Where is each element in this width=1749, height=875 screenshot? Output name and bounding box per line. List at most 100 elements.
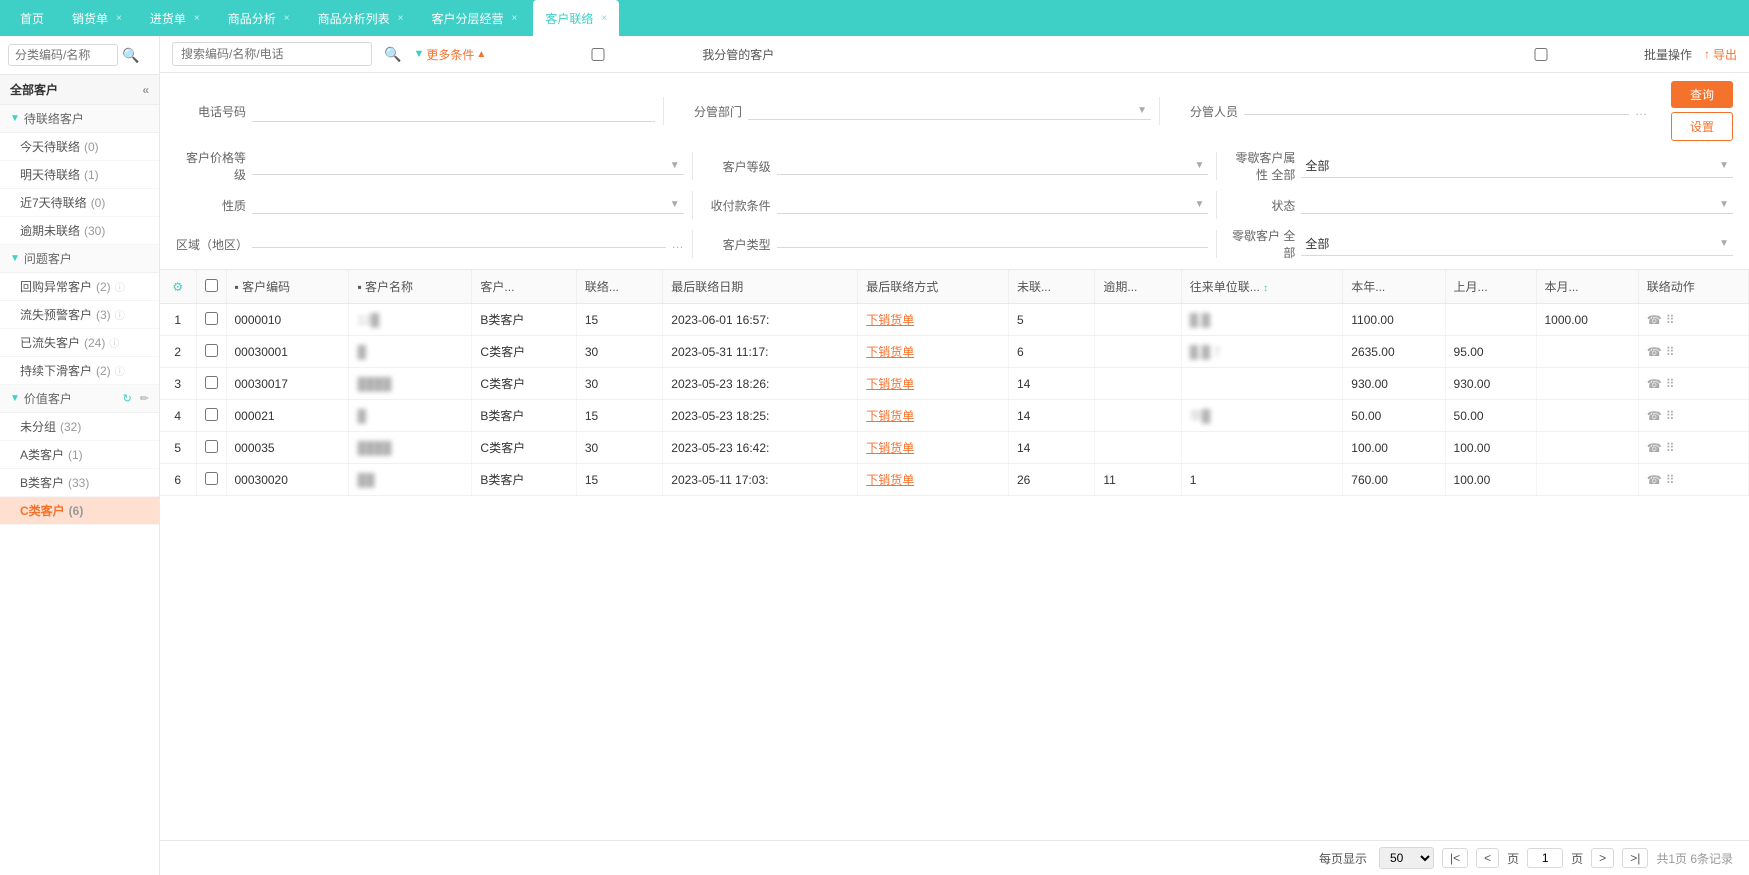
nav-product-analysis[interactable]: 商品分析 ×	[216, 0, 302, 36]
cell-last-method[interactable]: 下销货单	[858, 368, 1009, 400]
cell-last-method[interactable]: 下销货单	[858, 336, 1009, 368]
sidebar-group-pending[interactable]: ▼ 待联络客户	[0, 105, 159, 133]
action-phone-icon[interactable]: ☎	[1647, 345, 1662, 359]
filter-manager-select[interactable]	[1244, 108, 1629, 115]
cell-last-method[interactable]: 下销货单	[858, 432, 1009, 464]
action-phone-icon[interactable]: ☎	[1647, 473, 1662, 487]
action-phone-icon[interactable]: ☎	[1647, 409, 1662, 423]
sidebar-group-value[interactable]: ▼ 价值客户 ↻ ✏	[0, 385, 159, 413]
nav-purchaseorder-close[interactable]: ×	[194, 13, 200, 24]
nav-customer-contact[interactable]: 客户联络 ×	[533, 0, 619, 36]
first-page-btn[interactable]: |<	[1442, 848, 1468, 868]
filter-phone-input[interactable]	[252, 101, 655, 122]
sidebar-item-typeC[interactable]: C类客户 (6)	[0, 497, 159, 525]
row-checkbox[interactable]	[205, 376, 218, 389]
cell-last-method[interactable]: 下销货单	[858, 400, 1009, 432]
sidebar-group-problem[interactable]: ▼ 问题客户	[0, 245, 159, 273]
th-code[interactable]: ▪ 客户编码	[226, 270, 349, 304]
sidebar-search-icon[interactable]: 🔍	[122, 47, 139, 64]
sidebar-item-typeB[interactable]: B类客户 (33)	[0, 469, 159, 497]
export-btn[interactable]: ↑ 导出	[1704, 46, 1737, 63]
filter-dept-select[interactable]: ▼	[748, 102, 1151, 120]
action-more-icon[interactable]: ⠿	[1666, 473, 1675, 487]
last-page-btn[interactable]: >|	[1622, 848, 1648, 868]
nav-salesorder-close[interactable]: ×	[116, 13, 122, 24]
contact-method-link[interactable]: 下销货单	[866, 409, 914, 423]
sidebar-item-typeA[interactable]: A类客户 (1)	[0, 441, 159, 469]
sidebar-item-lostwarning[interactable]: 流失预警客户 (3) ⓘ	[0, 301, 159, 329]
next-page-btn[interactable]: >	[1591, 848, 1614, 868]
action-phone-icon[interactable]: ☎	[1647, 377, 1662, 391]
cell-last-method[interactable]: 下销货单	[858, 304, 1009, 336]
settings-button[interactable]: 设置	[1671, 112, 1733, 141]
action-phone-icon[interactable]: ☎	[1647, 441, 1662, 455]
value-group-edit[interactable]: ✏	[140, 392, 149, 405]
gear-icon[interactable]: ⚙	[172, 280, 183, 294]
batch-checkbox[interactable]	[1441, 48, 1641, 61]
filter-region-select[interactable]	[252, 241, 666, 248]
filter-price-level-select[interactable]: ▼	[252, 157, 684, 175]
action-more-icon[interactable]: ⠿	[1666, 377, 1675, 391]
filter-region-more[interactable]: …	[672, 237, 684, 251]
prev-page-btn[interactable]: <	[1476, 848, 1499, 868]
nav-product-analysis-close[interactable]: ×	[284, 13, 290, 24]
nav-customer-segment[interactable]: 客户分层经营 ×	[419, 0, 529, 36]
nav-customer-segment-close[interactable]: ×	[511, 13, 517, 24]
contact-method-link[interactable]: 下销货单	[866, 377, 914, 391]
contact-method-link[interactable]: 下销货单	[866, 441, 914, 455]
per-page-select[interactable]: 50 100 200	[1379, 847, 1434, 869]
cell-check[interactable]	[196, 400, 226, 432]
more-conditions-btn[interactable]: ▼ 更多条件 ▲	[413, 46, 486, 63]
sidebar-item-tomorrow[interactable]: 明天待联络 (1)	[0, 161, 159, 189]
page-number-input[interactable]	[1527, 848, 1563, 868]
cell-check[interactable]	[196, 368, 226, 400]
sidebar-all-customers[interactable]: 全部客户 «	[0, 75, 159, 105]
row-checkbox[interactable]	[205, 312, 218, 325]
contact-method-link[interactable]: 下销货单	[866, 473, 914, 487]
sidebar-search-input[interactable]	[8, 44, 118, 66]
th-name[interactable]: ▪ 客户名称	[349, 270, 472, 304]
filter-retail-attr-select[interactable]: 全部 ▼	[1301, 154, 1733, 178]
row-checkbox[interactable]	[205, 408, 218, 421]
sidebar-item-repurchase[interactable]: 回购异常客户 (2) ⓘ	[0, 273, 159, 301]
filter-payment-select[interactable]: ▼	[777, 196, 1209, 214]
action-more-icon[interactable]: ⠿	[1666, 313, 1675, 327]
cell-check[interactable]	[196, 304, 226, 336]
action-more-icon[interactable]: ⠿	[1666, 441, 1675, 455]
filter-customer-level-select[interactable]: ▼	[777, 157, 1209, 175]
value-group-refresh[interactable]: ↻	[123, 392, 132, 405]
row-checkbox[interactable]	[205, 472, 218, 485]
contact-method-link[interactable]: 下销货单	[866, 313, 914, 327]
action-phone-icon[interactable]: ☎	[1647, 313, 1662, 327]
my-customers-check[interactable]	[498, 48, 698, 61]
main-search-input[interactable]	[172, 42, 372, 66]
th-biz-unit[interactable]: 往来单位联... ↕	[1181, 270, 1342, 304]
filter-status-select[interactable]: ▼	[1301, 196, 1733, 214]
cell-last-method[interactable]: 下销货单	[858, 464, 1009, 496]
query-button[interactable]: 查询	[1671, 81, 1733, 108]
filter-customer-type-select[interactable]	[777, 241, 1209, 248]
select-all-checkbox[interactable]	[205, 279, 218, 292]
batch-op-btn[interactable]: 批量操作	[1441, 46, 1692, 63]
row-checkbox[interactable]	[205, 440, 218, 453]
cell-check[interactable]	[196, 464, 226, 496]
filter-manager-more[interactable]: …	[1635, 104, 1647, 118]
sidebar-item-declining[interactable]: 持续下滑客户 (2) ⓘ	[0, 357, 159, 385]
sidebar-item-7days[interactable]: 近7天待联络 (0)	[0, 189, 159, 217]
nav-product-list-close[interactable]: ×	[398, 13, 404, 24]
sidebar-item-ungroup[interactable]: 未分组 (32)	[0, 413, 159, 441]
cell-check[interactable]	[196, 432, 226, 464]
nav-product-list[interactable]: 商品分析列表 ×	[306, 0, 416, 36]
filter-nature-select[interactable]: ▼	[252, 196, 684, 214]
cell-check[interactable]	[196, 336, 226, 368]
sidebar-item-overdue[interactable]: 逾期未联络 (30)	[0, 217, 159, 245]
sidebar-item-today[interactable]: 今天待联络 (0)	[0, 133, 159, 161]
nav-salesorder[interactable]: 销货单 ×	[60, 0, 134, 36]
filter-retail-select[interactable]: 全部 ▼	[1301, 232, 1733, 256]
main-search-icon[interactable]: 🔍	[384, 46, 401, 63]
action-more-icon[interactable]: ⠿	[1666, 345, 1675, 359]
nav-customer-contact-close[interactable]: ×	[601, 13, 607, 24]
nav-home[interactable]: 首页	[8, 0, 56, 36]
sidebar-item-lost[interactable]: 已流失客户 (24) ⓘ	[0, 329, 159, 357]
my-customers-checkbox[interactable]: 我分管的客户	[498, 46, 774, 63]
